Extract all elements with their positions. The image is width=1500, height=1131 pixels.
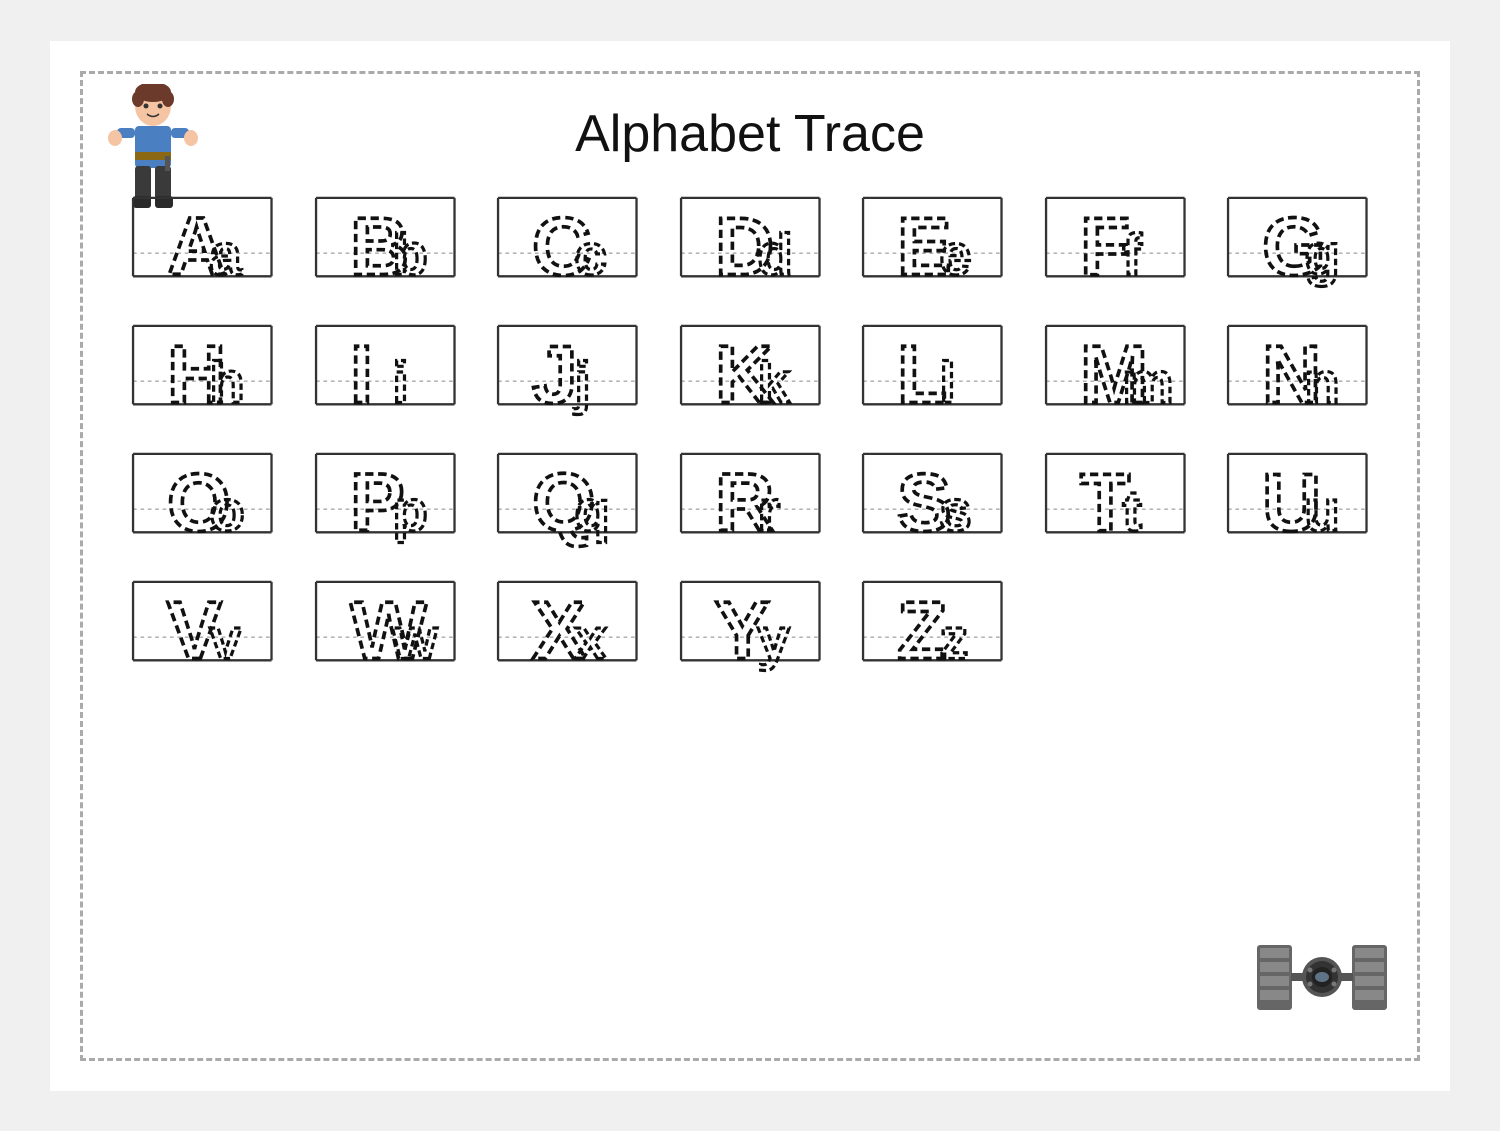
letter-cell-p: Pp — [296, 440, 475, 560]
letter-svg-j: Jj — [478, 312, 657, 432]
letter-svg-g: Gg — [1208, 184, 1387, 304]
letter-svg-p: Pp — [296, 440, 475, 560]
letter-cell-m: Mm — [1026, 312, 1205, 432]
lowercase-letter-m: m — [1123, 351, 1174, 415]
letter-cell-x: Xx — [478, 568, 657, 688]
letter-cell-f: Ff — [1026, 184, 1205, 304]
letter-cell-b: Bb — [296, 184, 475, 304]
letter-cell-o: Oo — [113, 440, 292, 560]
letter-cell-d: Dd — [661, 184, 840, 304]
lowercase-letter-e: e — [940, 223, 972, 287]
lowercase-letter-x: x — [575, 607, 607, 671]
letter-svg-o: Oo — [113, 440, 292, 560]
letter-svg-u: Uu — [1208, 440, 1387, 560]
letter-cell-k: Kk — [661, 312, 840, 432]
letter-cell-c: Cc — [478, 184, 657, 304]
lowercase-letter-b: b — [392, 223, 427, 287]
letter-svg-q: Qq — [478, 440, 657, 560]
lowercase-letter-w: w — [391, 607, 437, 671]
uppercase-letter-i: I — [350, 329, 373, 420]
lowercase-letter-y: y — [757, 607, 789, 671]
border-box: Alphabet Trace AaBbCcDdEeFfGgHhIiJjKkLlM… — [80, 71, 1420, 1061]
lowercase-letter-p: p — [392, 479, 427, 543]
letter-svg-b: Bb — [296, 184, 475, 304]
letter-svg-x: Xx — [478, 568, 657, 688]
lowercase-letter-t: t — [1123, 479, 1142, 543]
lowercase-letter-k: k — [757, 351, 789, 415]
lowercase-letter-i: i — [392, 351, 408, 415]
letter-cell-g: Gg — [1208, 184, 1387, 304]
lowercase-letter-g: g — [1305, 223, 1340, 287]
lowercase-letter-q: q — [575, 479, 610, 543]
lowercase-letter-s: s — [940, 479, 972, 543]
letter-cell-s: Ss — [843, 440, 1022, 560]
letter-svg-f: Ff — [1026, 184, 1205, 304]
page-title: Alphabet Trace — [113, 104, 1387, 164]
character-ship-icon — [1257, 935, 1387, 1038]
letters-grid: AaBbCcDdEeFfGgHhIiJjKkLlMmNnOoPpQqRrSsTt… — [113, 184, 1387, 688]
letter-svg-l: Ll — [843, 312, 1022, 432]
letter-cell-e: Ee — [843, 184, 1022, 304]
lowercase-letter-c: c — [575, 223, 607, 287]
lowercase-letter-a: a — [210, 223, 243, 287]
letter-cell-n: Nn — [1208, 312, 1387, 432]
letter-svg-h: Hh — [113, 312, 292, 432]
letter-svg-s: Ss — [843, 440, 1022, 560]
lowercase-letter-d: d — [757, 223, 792, 287]
letter-cell-w: Ww — [296, 568, 475, 688]
letter-cell-y: Yy — [661, 568, 840, 688]
letter-cell-r: Rr — [661, 440, 840, 560]
letter-cell-z: Zz — [843, 568, 1022, 688]
letter-cell-i: Ii — [296, 312, 475, 432]
letter-svg-v: Vv — [113, 568, 292, 688]
letter-svg-a: Aa — [113, 184, 292, 304]
lowercase-letter-o: o — [210, 479, 245, 543]
page: Alphabet Trace AaBbCcDdEeFfGgHhIiJjKkLlM… — [50, 41, 1450, 1091]
letter-cell-h: Hh — [113, 312, 292, 432]
lowercase-letter-l: l — [940, 351, 956, 415]
letter-svg-y: Yy — [661, 568, 840, 688]
letter-cell-l: Ll — [843, 312, 1022, 432]
letter-svg-z: Zz — [843, 568, 1022, 688]
letter-cell-u: Uu — [1208, 440, 1387, 560]
lowercase-letter-h: h — [210, 351, 245, 415]
letter-cell-t: Tt — [1026, 440, 1205, 560]
lowercase-letter-r: r — [757, 479, 779, 543]
letter-svg-r: Rr — [661, 440, 840, 560]
letter-cell-q: Qq — [478, 440, 657, 560]
letter-svg-c: Cc — [478, 184, 657, 304]
letter-cell-j: Jj — [478, 312, 657, 432]
letter-svg-n: Nn — [1208, 312, 1387, 432]
letter-svg-w: Ww — [296, 568, 475, 688]
lowercase-letter-z: z — [940, 607, 969, 671]
letter-cell-v: Vv — [113, 568, 292, 688]
lowercase-letter-n: n — [1305, 351, 1340, 415]
letter-svg-k: Kk — [661, 312, 840, 432]
uppercase-letter-j: J — [532, 329, 577, 420]
letter-svg-d: Dd — [661, 184, 840, 304]
letter-svg-e: Ee — [843, 184, 1022, 304]
lowercase-letter-j: j — [574, 351, 591, 415]
letter-svg-t: Tt — [1026, 440, 1205, 560]
letter-svg-m: Mm — [1026, 312, 1205, 432]
lowercase-letter-v: v — [210, 607, 242, 671]
lowercase-letter-f: f — [1123, 223, 1143, 287]
letter-cell-a: Aa — [113, 184, 292, 304]
letter-svg-i: Ii — [296, 312, 475, 432]
lowercase-letter-u: u — [1305, 479, 1340, 543]
